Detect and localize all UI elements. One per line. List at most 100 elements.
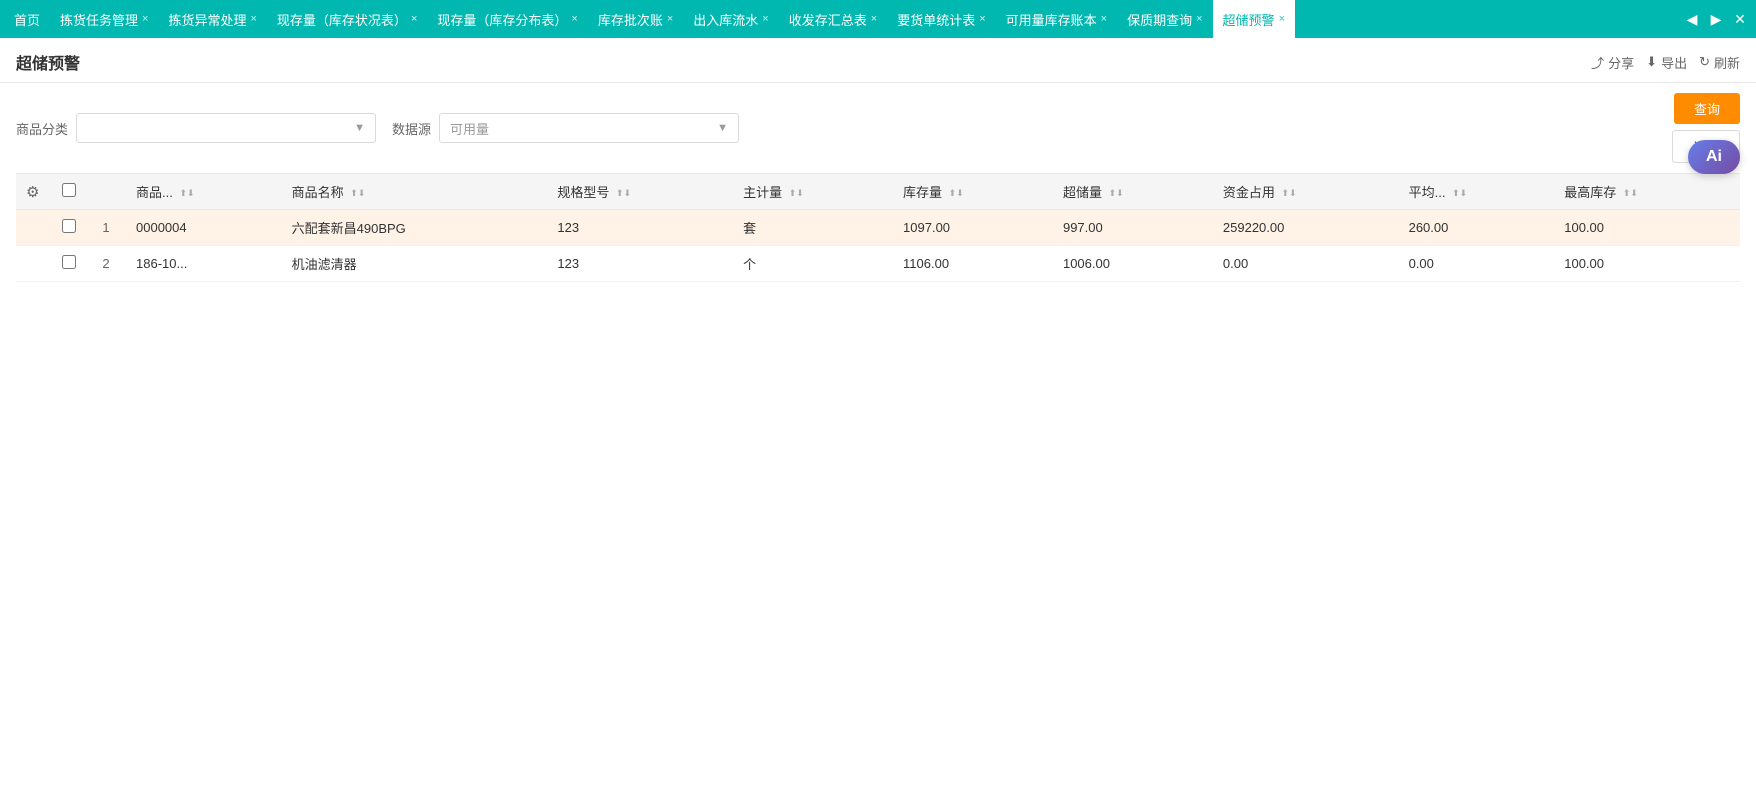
sort-icon-max-inventory: ⬆⬇ xyxy=(1623,189,1638,198)
nav-order-stat[interactable]: 要货单统计表 × xyxy=(887,0,995,38)
sort-icon-capital-occupied: ⬆⬇ xyxy=(1282,189,1297,198)
page-header: 超储预警 ⤴ 分享 ⬇ 导出 ↻ 刷新 xyxy=(0,38,1756,83)
nav-close-overstock-warning[interactable]: × xyxy=(1279,13,1285,25)
nav-overstock-warning[interactable]: 超储预警 × xyxy=(1213,0,1295,38)
nav-home[interactable]: 首页 xyxy=(4,0,50,38)
sort-icon-inventory: ⬆⬇ xyxy=(949,189,964,198)
datasource-filter: 数据源 可用量 ▼ xyxy=(392,113,739,143)
th-settings: ⚙ xyxy=(16,174,52,210)
cell-settings xyxy=(16,246,52,282)
row-checkbox-1[interactable] xyxy=(62,255,76,269)
cell-product-code: 186-10... xyxy=(126,246,282,282)
th-max-inventory[interactable]: 最高库存 ⬆⬇ xyxy=(1554,174,1740,210)
cell-max-inventory: 100.00 xyxy=(1554,210,1740,246)
header-actions: ⤴ 分享 ⬇ 导出 ↻ 刷新 xyxy=(1591,53,1740,72)
sort-icon-avg-price: ⬆⬇ xyxy=(1452,189,1467,198)
nav-inventory-dist[interactable]: 现存量（库存分布表） × xyxy=(427,0,587,38)
export-icon: ⬇ xyxy=(1646,54,1657,70)
th-main-unit[interactable]: 主计量 ⬆⬇ xyxy=(733,174,893,210)
chevron-down-icon: ▼ xyxy=(354,122,365,134)
ai-button[interactable]: Ai xyxy=(1688,140,1740,174)
page-title: 超储预警 xyxy=(16,50,80,74)
query-button[interactable]: 查询 xyxy=(1674,93,1740,124)
nav-batch-account[interactable]: 库存批次账 × xyxy=(588,0,683,38)
th-inventory[interactable]: 库存量 ⬆⬇ xyxy=(893,174,1053,210)
cell-row-num: 1 xyxy=(86,210,126,246)
cell-product-code: 0000004 xyxy=(126,210,282,246)
nav-close-batch-account[interactable]: × xyxy=(667,13,673,25)
nav-arrow-right[interactable]: ▶ xyxy=(1704,0,1728,38)
nav-arrow-close[interactable]: ✕ xyxy=(1728,0,1752,38)
nav-close-inventory-status[interactable]: × xyxy=(411,13,417,25)
nav-close-pick-task[interactable]: × xyxy=(142,13,148,25)
th-product-code[interactable]: 商品... ⬆⬇ xyxy=(126,174,282,210)
nav-arrow-left[interactable]: ◀ xyxy=(1680,0,1704,38)
cell-product-name: 六配套新昌490BPG xyxy=(282,210,548,246)
datasource-value: 可用量 xyxy=(450,119,489,138)
cell-avg-price: 0.00 xyxy=(1399,246,1555,282)
select-all-checkbox[interactable] xyxy=(62,183,76,197)
cell-main-unit: 个 xyxy=(733,246,893,282)
cell-spec-model: 123 xyxy=(547,210,733,246)
datasource-select[interactable]: 可用量 ▼ xyxy=(439,113,739,143)
nav-collect-summary[interactable]: 收发存汇总表 × xyxy=(779,0,887,38)
sort-icon-spec-model: ⬆⬇ xyxy=(616,189,631,198)
cell-main-unit: 套 xyxy=(733,210,893,246)
cell-avg-price: 260.00 xyxy=(1399,210,1555,246)
cell-spec-model: 123 xyxy=(547,246,733,282)
table-header-row: ⚙ 商品... ⬆⬇ 商品名称 ⬆⬇ 规格型号 xyxy=(16,174,1740,210)
product-category-label: 商品分类 xyxy=(16,119,68,138)
th-product-name[interactable]: 商品名称 ⬆⬇ xyxy=(282,174,548,210)
nav-arrows: ◀ ▶ ✕ xyxy=(1680,0,1752,38)
share-icon: ⤴ xyxy=(1591,53,1604,72)
datasource-label: 数据源 xyxy=(392,119,431,138)
data-table: ⚙ 商品... ⬆⬇ 商品名称 ⬆⬇ 规格型号 xyxy=(16,173,1740,282)
cell-max-inventory: 100.00 xyxy=(1554,246,1740,282)
row-checkbox-0[interactable] xyxy=(62,219,76,233)
th-avg-price[interactable]: 平均... ⬆⬇ xyxy=(1399,174,1555,210)
table-body: 1 0000004 六配套新昌490BPG 123 套 1097.00 997.… xyxy=(16,210,1740,282)
nav-quality-query[interactable]: 保质期查询 × xyxy=(1117,0,1212,38)
cell-checkbox xyxy=(52,210,86,246)
nav-close-inout-flow[interactable]: × xyxy=(762,13,768,25)
cell-inventory: 1106.00 xyxy=(893,246,1053,282)
table-row: 2 186-10... 机油滤清器 123 个 1106.00 1006.00 … xyxy=(16,246,1740,282)
cell-row-num: 2 xyxy=(86,246,126,282)
refresh-button[interactable]: ↻ 刷新 xyxy=(1699,53,1740,72)
cell-capital-occupied: 0.00 xyxy=(1213,246,1399,282)
nav-pick-abnormal[interactable]: 拣货异常处理 × xyxy=(158,0,266,38)
cell-settings xyxy=(16,210,52,246)
sort-icon-product-name: ⬆⬇ xyxy=(350,189,365,198)
nav-close-order-stat[interactable]: × xyxy=(979,13,985,25)
nav-avail-account[interactable]: 可用量库存账本 × xyxy=(996,0,1117,38)
nav-close-collect-summary[interactable]: × xyxy=(871,13,877,25)
table-row: 1 0000004 六配套新昌490BPG 123 套 1097.00 997.… xyxy=(16,210,1740,246)
nav-inout-flow[interactable]: 出入库流水 × xyxy=(683,0,778,38)
refresh-icon: ↻ xyxy=(1699,54,1710,70)
product-category-select[interactable]: ▼ xyxy=(76,113,376,143)
chevron-down-icon-2: ▼ xyxy=(717,122,728,134)
cell-capital-occupied: 259220.00 xyxy=(1213,210,1399,246)
sort-icon-product-code: ⬆⬇ xyxy=(179,189,194,198)
sort-icon-main-unit: ⬆⬇ xyxy=(789,189,804,198)
share-button[interactable]: ⤴ 分享 xyxy=(1591,53,1634,72)
nav-inventory-status[interactable]: 现存量（库存状况表） × xyxy=(267,0,427,38)
th-spec-model[interactable]: 规格型号 ⬆⬇ xyxy=(547,174,733,210)
gear-icon[interactable]: ⚙ xyxy=(26,184,39,201)
page-container: 超储预警 ⤴ 分享 ⬇ 导出 ↻ 刷新 商品分类 ▼ 数据源 xyxy=(0,38,1756,800)
table-container: ⚙ 商品... ⬆⬇ 商品名称 ⬆⬇ 规格型号 xyxy=(0,173,1756,282)
nav-close-quality-query[interactable]: × xyxy=(1196,13,1202,25)
cell-over-storage: 997.00 xyxy=(1053,210,1213,246)
sort-icon-over-storage: ⬆⬇ xyxy=(1109,189,1124,198)
nav-pick-task[interactable]: 拣货任务管理 × xyxy=(50,0,158,38)
th-checkbox xyxy=(52,174,86,210)
cell-inventory: 1097.00 xyxy=(893,210,1053,246)
export-button[interactable]: ⬇ 导出 xyxy=(1646,53,1687,72)
nav-close-inventory-dist[interactable]: × xyxy=(571,13,577,25)
cell-checkbox xyxy=(52,246,86,282)
nav-close-avail-account[interactable]: × xyxy=(1101,13,1107,25)
th-capital-occupied[interactable]: 资金占用 ⬆⬇ xyxy=(1213,174,1399,210)
nav-close-pick-abnormal[interactable]: × xyxy=(250,13,256,25)
th-over-storage[interactable]: 超储量 ⬆⬇ xyxy=(1053,174,1213,210)
filter-row: 商品分类 ▼ 数据源 可用量 ▼ 查询 设置 xyxy=(0,83,1756,173)
